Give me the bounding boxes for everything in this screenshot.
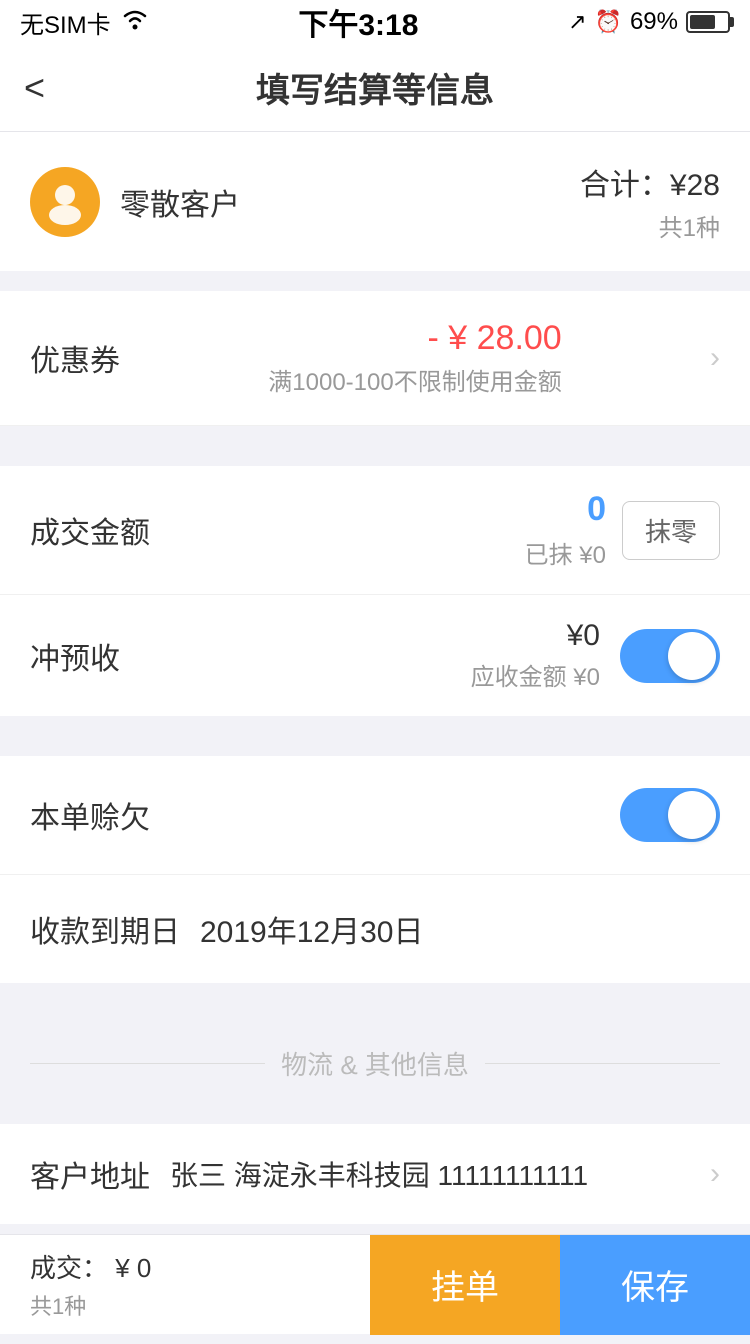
status-time: 下午3:18 <box>298 0 418 44</box>
amount-input-area: 0 已抹 ¥0 <box>525 490 606 570</box>
round-button[interactable]: 抹零 <box>622 501 720 560</box>
address-chevron-icon: › <box>710 1157 720 1191</box>
logistics-divider: 物流 & 其他信息 <box>0 1023 750 1104</box>
status-right: ↗ ⏰ 69% <box>568 8 730 36</box>
debit-label: 本单赊欠 <box>30 793 150 837</box>
nav-bar: < 填写结算等信息 <box>0 44 750 132</box>
avatar <box>30 167 100 237</box>
coupon-row[interactable]: 优惠券 - ¥ 28.00 满1000-100不限制使用金额 › <box>0 291 750 426</box>
due-date-row: 收款到期日 2019年12月30日 <box>0 875 750 983</box>
location-icon: ↗ <box>568 9 586 35</box>
customer-left: 零散客户 <box>30 167 240 237</box>
section-gap-4 <box>0 1104 750 1124</box>
main-content: 零散客户 合计：¥28 共1种 优惠券 - ¥ 28.00 满1000-100不… <box>0 132 750 1344</box>
precollect-sub: 应收金额 ¥0 <box>471 657 600 692</box>
alarm-icon: ⏰ <box>595 9 622 35</box>
logistics-label: 物流 & 其他信息 <box>281 1045 469 1082</box>
debit-row: 本单赊欠 <box>0 756 750 875</box>
transaction-value[interactable]: 0 <box>587 490 606 529</box>
transaction-card: 成交金额 0 已抹 ¥0 抹零 冲预收 ¥0 应收金额 ¥0 <box>0 466 750 716</box>
section-gap-2 <box>0 736 750 756</box>
customer-name: 零散客户 <box>120 180 240 224</box>
battery-percent: 69% <box>630 8 678 36</box>
address-card: 客户地址 张三 海淀永丰科技园 11111111111 › <box>0 1124 750 1224</box>
customer-right: 合计：¥28 共1种 <box>580 160 720 243</box>
back-button[interactable]: < <box>24 67 45 109</box>
precollect-label: 冲预收 <box>30 634 120 678</box>
battery-icon <box>686 11 730 33</box>
section-gap-3 <box>0 1003 750 1023</box>
address-row[interactable]: 客户地址 张三 海淀永丰科技园 11111111111 › <box>0 1124 750 1224</box>
total-price: 合计：¥28 <box>580 160 720 204</box>
transaction-row: 成交金额 0 已抹 ¥0 抹零 <box>0 466 750 595</box>
address-label: 客户地址 <box>30 1152 150 1196</box>
bottom-transaction-label: 成交： <box>30 1253 108 1283</box>
coupon-chevron-icon: › <box>710 341 720 375</box>
bottom-transaction-value: ¥ 0 <box>115 1253 151 1283</box>
network-label: 无SIM卡 <box>20 5 111 40</box>
section-gap-1 <box>0 446 750 466</box>
transaction-right: 0 已抹 ¥0 抹零 <box>525 490 720 570</box>
coupon-desc: 满1000-100不限制使用金额 <box>268 362 561 397</box>
coupon-right: - ¥ 28.00 满1000-100不限制使用金额 <box>268 319 561 397</box>
bottom-bar: 成交： ¥ 0 共1种 挂单 保存 <box>0 1234 750 1334</box>
bottom-info: 成交： ¥ 0 共1种 <box>0 1248 370 1321</box>
debit-card: 本单赊欠 收款到期日 2019年12月30日 <box>0 756 750 983</box>
save-button[interactable]: 保存 <box>560 1235 750 1335</box>
precollect-row: 冲预收 ¥0 应收金额 ¥0 <box>0 595 750 716</box>
customer-card: 零散客户 合计：¥28 共1种 <box>0 132 750 271</box>
precollect-toggle[interactable] <box>620 629 720 683</box>
status-bar: 无SIM卡 下午3:18 ↗ ⏰ 69% <box>0 0 750 44</box>
customer-row: 零散客户 合计：¥28 共1种 <box>0 132 750 271</box>
due-date-value: 2019年12月30日 <box>200 907 423 951</box>
coupon-amount: - ¥ 28.00 <box>268 319 561 358</box>
due-date-label: 收款到期日 <box>30 907 180 951</box>
address-value: 张三 海淀永丰科技园 11111111111 <box>170 1154 710 1194</box>
precollect-amounts: ¥0 应收金额 ¥0 <box>471 619 600 692</box>
wifi-icon <box>121 8 149 37</box>
debit-toggle-knob <box>668 791 716 839</box>
transaction-label: 成交金额 <box>30 508 150 552</box>
debit-toggle[interactable] <box>620 788 720 842</box>
page-title: 填写结算等信息 <box>256 63 494 112</box>
bottom-count: 共1种 <box>30 1289 340 1321</box>
total-count: 共1种 <box>580 208 720 243</box>
precollect-right: ¥0 应收金额 ¥0 <box>471 619 720 692</box>
precollect-main: ¥0 <box>471 619 600 653</box>
toggle-knob <box>668 632 716 680</box>
bottom-transaction: 成交： ¥ 0 <box>30 1248 340 1285</box>
hold-button[interactable]: 挂单 <box>370 1235 560 1335</box>
logistics-line: 物流 & 其他信息 <box>0 1045 750 1082</box>
coupon-card: 优惠券 - ¥ 28.00 满1000-100不限制使用金额 › <box>0 291 750 426</box>
status-left: 无SIM卡 <box>20 5 149 40</box>
coupon-label: 优惠券 <box>30 336 120 380</box>
rounded-label: 已抹 ¥0 <box>525 535 606 570</box>
